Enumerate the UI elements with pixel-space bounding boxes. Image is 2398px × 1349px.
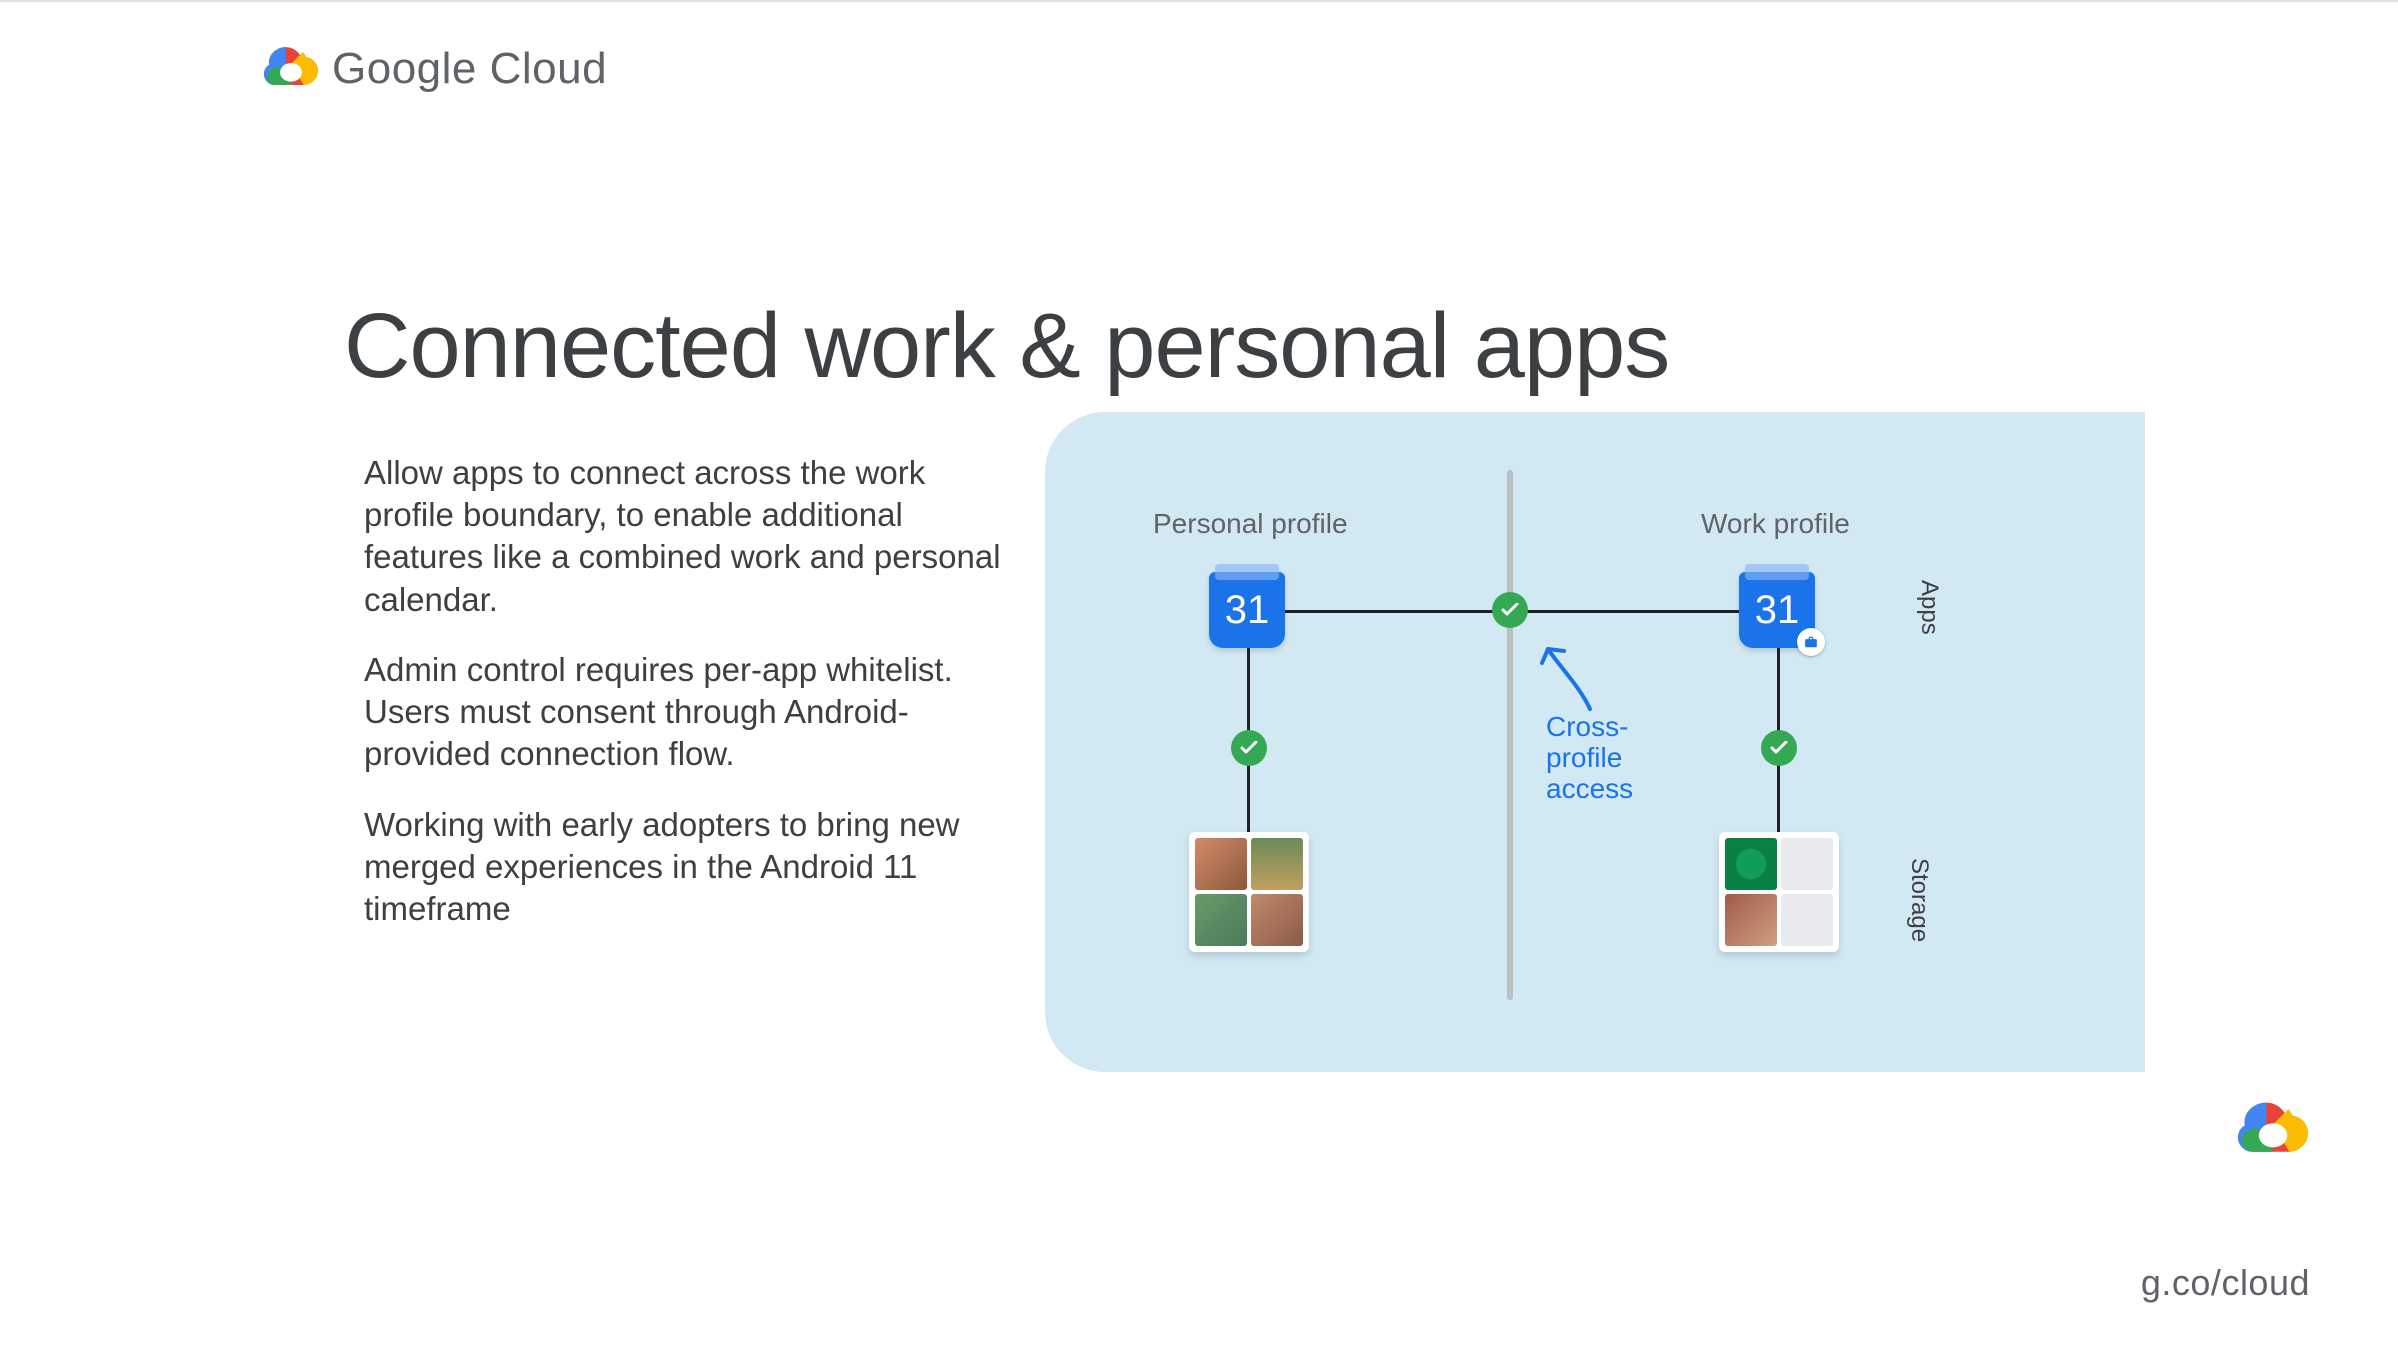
cross-profile-check-icon xyxy=(1492,592,1528,628)
brand-logo: Google Cloud xyxy=(264,44,607,94)
profile-divider xyxy=(1507,470,1513,1000)
personal-calendar-day: 31 xyxy=(1225,588,1270,633)
work-check-icon xyxy=(1761,730,1797,766)
work-calendar-icon: 31 xyxy=(1739,572,1815,648)
slide: Google Cloud Connected work & personal a… xyxy=(0,0,2398,1349)
personal-storage-icon xyxy=(1189,832,1309,952)
work-calendar-day: 31 xyxy=(1755,588,1800,633)
slide-title: Connected work & personal apps xyxy=(344,294,1669,399)
paragraph-1: Allow apps to connect across the work pr… xyxy=(364,452,1004,621)
google-cloud-icon xyxy=(264,47,318,91)
footer-url: g.co/cloud xyxy=(2141,1262,2310,1304)
work-badge-icon xyxy=(1797,628,1825,656)
brand-text: Google Cloud xyxy=(332,44,607,94)
cross-profile-arrow-icon xyxy=(1540,637,1610,722)
cross-profile-label: Cross- profile access xyxy=(1546,712,1633,804)
storage-side-label: Storage xyxy=(1905,858,1933,942)
work-storage-icon xyxy=(1719,832,1839,952)
work-profile-label: Work profile xyxy=(1701,508,1850,540)
paragraph-3: Working with early adopters to bring new… xyxy=(364,804,1004,931)
personal-check-icon xyxy=(1231,730,1267,766)
personal-calendar-icon: 31 xyxy=(1209,572,1285,648)
apps-side-label: Apps xyxy=(1915,580,1943,635)
brand-google: Google xyxy=(332,44,477,93)
body-text: Allow apps to connect across the work pr… xyxy=(364,452,1004,958)
brand-cloud: Cloud xyxy=(477,44,607,93)
apps-connection-line xyxy=(1285,610,1781,613)
personal-profile-label: Personal profile xyxy=(1153,508,1348,540)
paragraph-2: Admin control requires per-app whitelist… xyxy=(364,649,1004,776)
google-cloud-icon-small xyxy=(2238,1102,2308,1165)
diagram-panel: Personal profile Work profile 31 31 xyxy=(1045,412,2145,1072)
